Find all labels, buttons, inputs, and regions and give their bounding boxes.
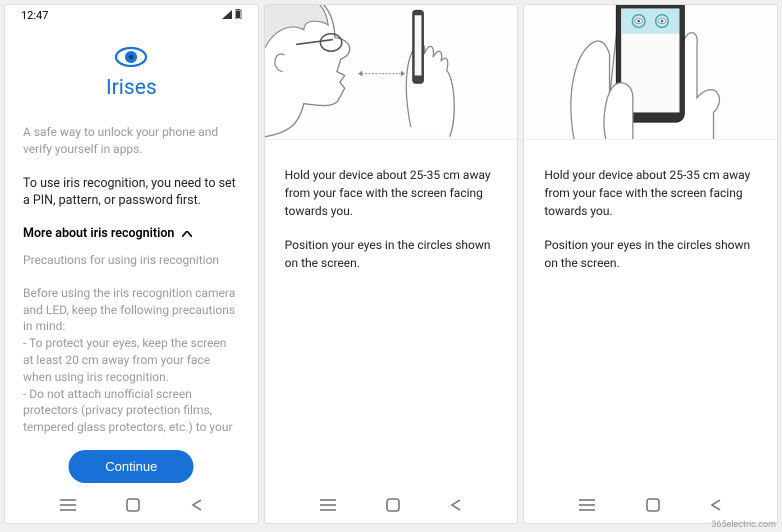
precautions-header: Precautions for using iris recognition <box>23 253 240 267</box>
nav-recents[interactable] <box>320 498 336 516</box>
page-title: Irises <box>23 76 240 100</box>
illustration-side-view <box>265 5 518 140</box>
description-text: A safe way to unlock your phone and veri… <box>23 124 240 159</box>
expand-label: More about iris recognition <box>23 226 174 241</box>
nav-bar <box>524 491 777 523</box>
nav-home[interactable] <box>386 498 400 516</box>
screen-irises-setup: 12:47 Irises A safe way to unlock your p… <box>4 4 259 524</box>
expand-more-info[interactable]: More about iris recognition <box>23 226 240 241</box>
nav-bar <box>265 491 518 523</box>
nav-back[interactable] <box>710 498 722 516</box>
guide-text-position: Position your eyes in the circles shown … <box>544 236 757 272</box>
battery-icon <box>235 9 242 22</box>
status-icons <box>222 9 242 22</box>
precaution-item-2: - Do not attach unofficial screen protec… <box>23 386 240 436</box>
nav-home[interactable] <box>126 498 140 516</box>
signal-icon <box>222 10 232 22</box>
status-time: 12:47 <box>21 9 48 22</box>
instruction-text: To use iris recognition, you need to set… <box>23 175 240 210</box>
guide-text-position: Position your eyes in the circles shown … <box>285 236 498 272</box>
precaution-item-1: - To protect your eyes, keep the screen … <box>23 335 240 385</box>
guide-content: Hold your device about 25-35 cm away fro… <box>265 140 518 289</box>
precautions-intro: Before using the iris recognition camera… <box>23 285 240 335</box>
guide-text-distance: Hold your device about 25-35 cm away fro… <box>285 166 498 220</box>
nav-bar <box>5 491 258 523</box>
nav-recents[interactable] <box>579 498 595 516</box>
nav-recents[interactable] <box>60 498 76 516</box>
illustration-front-view <box>524 5 777 140</box>
guide-content: Hold your device about 25-35 cm away fro… <box>524 140 777 289</box>
screen-guide-side: Hold your device about 25-35 cm away fro… <box>264 4 519 524</box>
nav-back[interactable] <box>191 498 203 516</box>
status-bar: 12:47 <box>5 5 258 26</box>
screen-guide-front: Hold your device about 25-35 cm away fro… <box>523 4 778 524</box>
guide-text-distance: Hold your device about 25-35 cm away fro… <box>544 166 757 220</box>
nav-back[interactable] <box>450 498 462 516</box>
content-area: Irises A safe way to unlock your phone a… <box>5 26 258 523</box>
chevron-up-icon <box>182 226 192 240</box>
eye-icon <box>23 46 240 68</box>
nav-home[interactable] <box>646 498 660 516</box>
precautions-body: Before using the iris recognition camera… <box>23 285 240 436</box>
continue-button[interactable]: Continue <box>69 450 194 483</box>
watermark: 365electric.com <box>711 520 776 530</box>
